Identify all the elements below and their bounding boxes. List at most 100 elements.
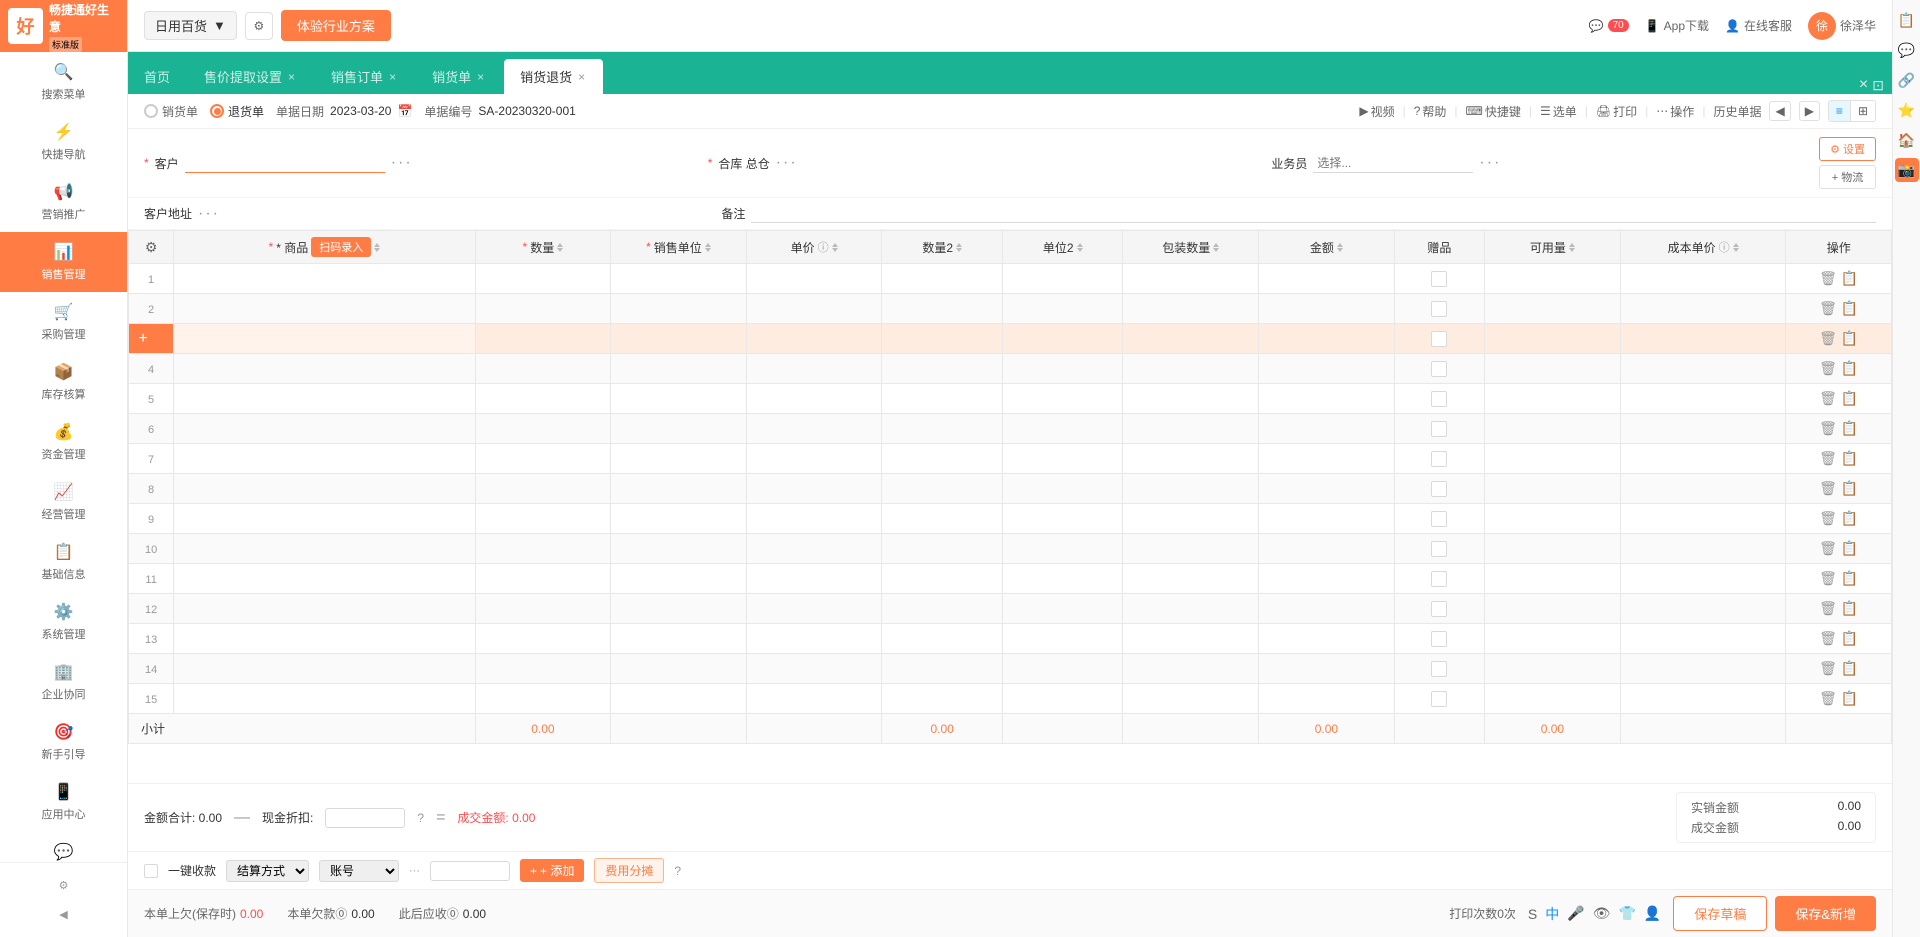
- sidebar-item-marketing[interactable]: 📢营销推广: [0, 172, 127, 232]
- add-row-button[interactable]: +: [133, 329, 153, 349]
- copy-icon[interactable]: 📋: [1841, 390, 1858, 407]
- sidebar-item-guide[interactable]: 🎯新手引导: [0, 712, 127, 772]
- history-action[interactable]: 历史单据: [1713, 103, 1761, 120]
- tab-price-settings[interactable]: 售价提取设置 ×: [188, 59, 313, 94]
- sidebar-item-system[interactable]: ⚙️系统管理: [0, 592, 127, 652]
- right-sidebar-icon-4[interactable]: ⭐: [1895, 98, 1919, 122]
- logistics-button[interactable]: + 物流: [1819, 165, 1876, 189]
- gift-checkbox-5[interactable]: [1431, 391, 1447, 407]
- gift-checkbox-8[interactable]: [1431, 481, 1447, 497]
- gift-checkbox-2[interactable]: [1431, 301, 1447, 317]
- eye-icon[interactable]: 👁: [1593, 905, 1611, 922]
- user-menu[interactable]: 徐 徐泽华: [1808, 12, 1876, 40]
- delete-icon[interactable]: 🗑: [1819, 690, 1837, 707]
- right-sidebar-icon-1[interactable]: 📋: [1895, 8, 1919, 32]
- close-all-tabs-button[interactable]: ×: [1859, 76, 1868, 94]
- tab-sales-note-close[interactable]: ×: [475, 70, 486, 84]
- delete-icon[interactable]: 🗑: [1819, 510, 1837, 527]
- customer-picker-button[interactable]: ···: [391, 154, 413, 172]
- sidebar-item-sales[interactable]: 📊销售管理: [0, 232, 127, 292]
- daily-category-select[interactable]: 日用百货 ▼: [144, 11, 237, 40]
- radio-sales[interactable]: 销货单: [144, 103, 198, 120]
- message-button[interactable]: 💬 70: [1589, 19, 1629, 33]
- customer-input[interactable]: [185, 154, 385, 173]
- copy-icon[interactable]: 📋: [1841, 360, 1858, 377]
- app-download-button[interactable]: 📱 App下载: [1645, 17, 1709, 34]
- tab-sales-note[interactable]: 销货单 ×: [416, 59, 502, 94]
- experience-button[interactable]: 体验行业方案: [281, 10, 391, 41]
- copy-icon[interactable]: 📋: [1841, 660, 1858, 677]
- shirt-icon[interactable]: 👕: [1618, 905, 1635, 922]
- right-sidebar-icon-active[interactable]: 📸: [1895, 158, 1919, 182]
- copy-icon[interactable]: 📋: [1841, 570, 1858, 587]
- delete-row-icon-3[interactable]: 🗑: [1819, 330, 1837, 347]
- delete-icon[interactable]: 🗑: [1819, 450, 1837, 467]
- gift-checkbox-4[interactable]: [1431, 361, 1447, 377]
- delete-icon[interactable]: 🗑: [1819, 630, 1837, 647]
- minus-icon[interactable]: —: [234, 809, 250, 827]
- online-service-button[interactable]: 👤 在线客服: [1725, 17, 1792, 34]
- salesperson-picker-button[interactable]: ···: [1479, 154, 1501, 172]
- salesperson-input[interactable]: [1313, 154, 1473, 173]
- gift-checkbox-1[interactable]: [1431, 271, 1447, 287]
- copy-icon[interactable]: 📋: [1841, 690, 1858, 707]
- copy-row-icon-3[interactable]: 📋: [1841, 330, 1858, 347]
- print-action[interactable]: 🖨 打印: [1596, 103, 1637, 120]
- account-dots[interactable]: ···: [409, 865, 420, 877]
- help-action[interactable]: ? 帮助: [1414, 103, 1447, 120]
- product-input-3[interactable]: [178, 332, 470, 346]
- copy-icon[interactable]: 📋: [1841, 450, 1858, 467]
- gift-checkbox-11[interactable]: [1431, 571, 1447, 587]
- settings-icon[interactable]: ⚙: [0, 871, 127, 900]
- gift-checkbox-13[interactable]: [1431, 631, 1447, 647]
- remark-input[interactable]: [751, 204, 1876, 223]
- right-sidebar-icon-5[interactable]: 🏠: [1895, 128, 1919, 152]
- sidebar-item-operations[interactable]: 📈经营管理: [0, 472, 127, 532]
- sidebar-item-finance[interactable]: 💰资金管理: [0, 412, 127, 472]
- video-action[interactable]: ▶ 视频: [1359, 103, 1394, 120]
- copy-row-icon-1[interactable]: 📋: [1841, 270, 1858, 287]
- right-sidebar-icon-2[interactable]: 💬: [1895, 38, 1919, 62]
- grid-view-button[interactable]: ⊞: [1851, 101, 1875, 121]
- delete-icon[interactable]: 🗑: [1819, 570, 1837, 587]
- sidebar-item-search[interactable]: 🔍搜索菜单: [0, 52, 127, 112]
- s-icon[interactable]: S: [1528, 906, 1537, 922]
- copy-icon[interactable]: 📋: [1841, 600, 1858, 617]
- sidebar-item-apps[interactable]: 📱应用中心: [0, 772, 127, 832]
- mic-icon[interactable]: 🎤: [1567, 905, 1584, 922]
- gift-checkbox-14[interactable]: [1431, 661, 1447, 677]
- sidebar-item-enterprise[interactable]: 🏢企业协同: [0, 652, 127, 712]
- delete-icon[interactable]: 🗑: [1819, 540, 1837, 557]
- delete-row-icon-1[interactable]: 🗑: [1819, 270, 1837, 287]
- maximize-button[interactable]: ⊡: [1872, 77, 1884, 94]
- delete-icon[interactable]: 🗑: [1819, 390, 1837, 407]
- radio-return[interactable]: 退货单: [210, 103, 264, 120]
- gift-checkbox-9[interactable]: [1431, 511, 1447, 527]
- copy-icon[interactable]: 📋: [1841, 510, 1858, 527]
- add-payment-button[interactable]: + + 添加: [520, 859, 584, 882]
- payment-amount-input[interactable]: [430, 861, 510, 881]
- copy-icon[interactable]: 📋: [1841, 420, 1858, 437]
- prev-button[interactable]: ◀: [1769, 101, 1790, 121]
- select-action[interactable]: ☰ 选单: [1540, 103, 1577, 120]
- discount-help-icon[interactable]: ?: [417, 811, 424, 825]
- address-picker-button[interactable]: ···: [198, 205, 220, 223]
- sidebar-item-inventory[interactable]: 📦库存核算: [0, 352, 127, 412]
- operate-action[interactable]: ⋯ 操作: [1656, 103, 1694, 120]
- collapse-icon[interactable]: ◀: [0, 900, 127, 929]
- copy-row-icon-2[interactable]: 📋: [1841, 300, 1858, 317]
- fee-distribution-button[interactable]: 费用分摊: [594, 858, 664, 883]
- person-icon[interactable]: 👤: [1644, 905, 1661, 922]
- warehouse-picker-button[interactable]: ···: [776, 154, 798, 172]
- gift-checkbox-15[interactable]: [1431, 691, 1447, 707]
- gift-checkbox-12[interactable]: [1431, 601, 1447, 617]
- next-button[interactable]: ▶: [1799, 101, 1820, 121]
- delete-icon[interactable]: 🗑: [1819, 480, 1837, 497]
- gift-checkbox-6[interactable]: [1431, 421, 1447, 437]
- scan-input-button[interactable]: 扫码录入: [311, 237, 371, 257]
- save-new-button[interactable]: 保存&新增: [1775, 896, 1876, 931]
- right-sidebar-icon-3[interactable]: 🔗: [1895, 68, 1919, 92]
- gift-checkbox-10[interactable]: [1431, 541, 1447, 557]
- copy-icon[interactable]: 📋: [1841, 480, 1858, 497]
- gear-button[interactable]: ⚙: [245, 12, 273, 40]
